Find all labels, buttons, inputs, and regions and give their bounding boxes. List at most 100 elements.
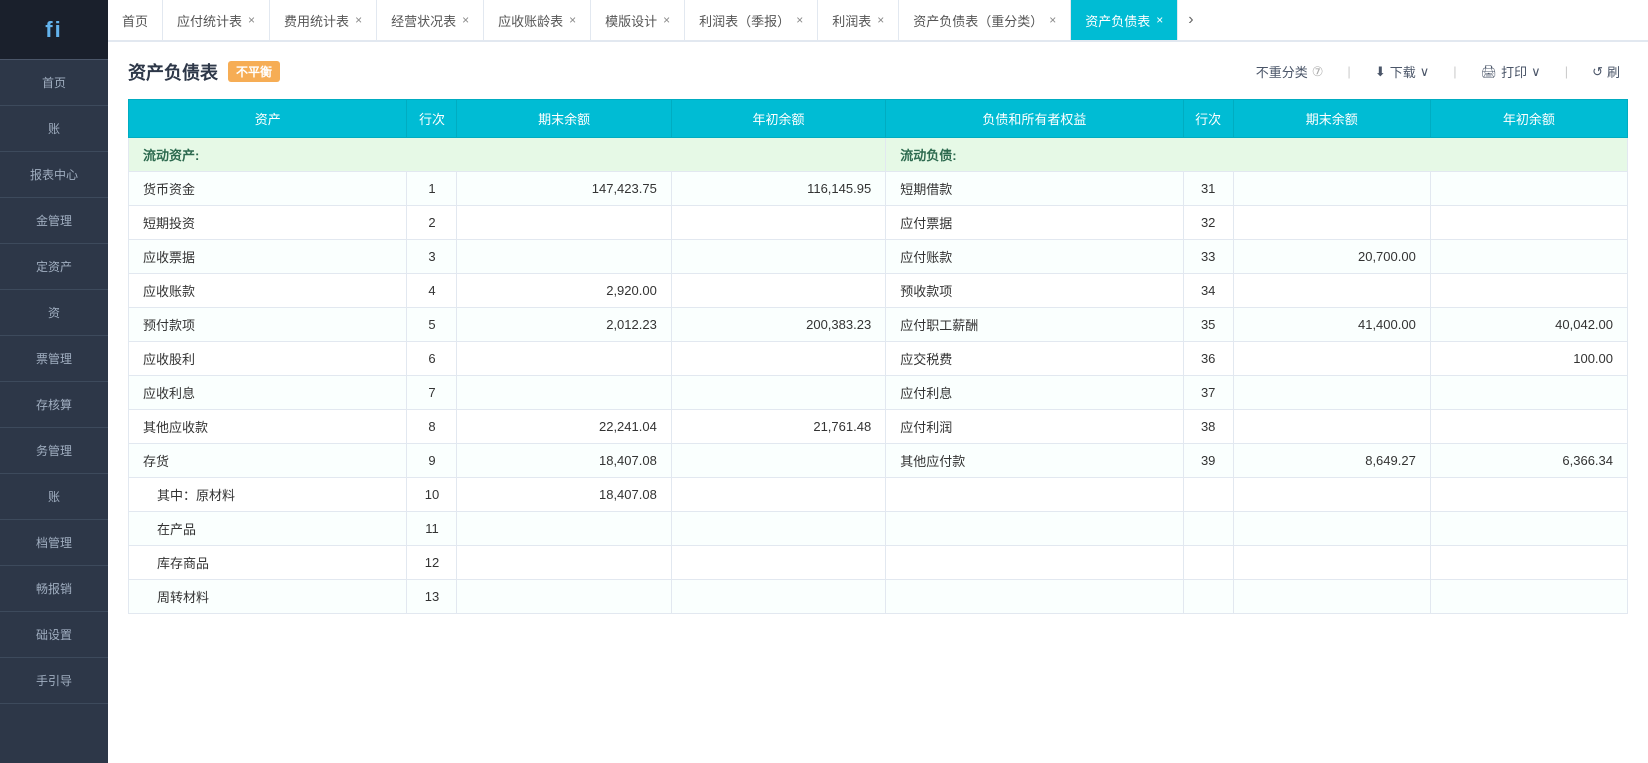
th-asset: 资产 xyxy=(129,100,407,138)
end-bal2-cell xyxy=(1233,206,1430,240)
th-end-balance2: 期末余额 xyxy=(1233,100,1430,138)
sidebar-item-home[interactable]: 首页 xyxy=(0,60,108,106)
row-num-cell: 13 xyxy=(407,580,457,614)
tab-close-template-design[interactable]: × xyxy=(663,13,670,27)
row-num-cell: 4 xyxy=(407,274,457,308)
asset-cell: 在产品 xyxy=(129,512,407,546)
help-icon[interactable]: ⑦ xyxy=(1312,64,1324,80)
sidebar-item-archive[interactable]: 档管理 xyxy=(0,520,108,566)
asset-cell: 应收利息 xyxy=(129,376,407,410)
refresh-btn[interactable]: ↺ 刷 xyxy=(1584,58,1628,85)
tab-close-expense-stats[interactable]: × xyxy=(355,13,362,27)
row-num2-cell: 38 xyxy=(1183,410,1233,444)
end-bal-cell: 2,920.00 xyxy=(457,274,671,308)
liability-cell: 应付利润 xyxy=(886,410,1184,444)
print-icon: 🖨 xyxy=(1481,64,1498,80)
beg-bal-cell xyxy=(671,376,885,410)
sidebar-item-guide[interactable]: 手引导 xyxy=(0,658,108,704)
end-bal-cell xyxy=(457,580,671,614)
beg-bal-cell xyxy=(671,444,885,478)
table-row: 在产品 11 xyxy=(129,512,1628,546)
sidebar-item-invoice-mgmt[interactable]: 票管理 xyxy=(0,336,108,382)
tab-profit-quarterly[interactable]: 利润表（季报） × xyxy=(685,0,818,41)
end-bal2-cell xyxy=(1233,546,1430,580)
beg-bal2-cell xyxy=(1430,240,1627,274)
tab-close-balance-reclassify[interactable]: × xyxy=(1049,13,1056,27)
print-label: 打印 xyxy=(1501,62,1527,81)
table-row: 其中：原材料 10 18,407.08 xyxy=(129,478,1628,512)
tab-scroll-right[interactable]: › xyxy=(1178,11,1203,29)
row-num2-cell xyxy=(1183,580,1233,614)
row-num-cell: 11 xyxy=(407,512,457,546)
page-title-area: 资产负债表 不平衡 xyxy=(128,59,280,85)
end-bal-cell xyxy=(457,342,671,376)
end-bal2-cell xyxy=(1233,478,1430,512)
table-row: 库存商品 12 xyxy=(129,546,1628,580)
end-bal2-cell xyxy=(1233,172,1430,206)
end-bal2-cell: 8,649.27 xyxy=(1233,444,1430,478)
end-bal-cell xyxy=(457,546,671,580)
tab-template-design[interactable]: 模版设计 × xyxy=(591,0,685,41)
section-right-label: 流动负债: xyxy=(886,138,1628,172)
end-bal2-cell xyxy=(1233,410,1430,444)
end-bal2-cell xyxy=(1233,580,1430,614)
liability-cell xyxy=(886,580,1184,614)
tab-close-receivable-aging[interactable]: × xyxy=(569,13,576,27)
end-bal2-cell: 20,700.00 xyxy=(1233,240,1430,274)
section-header-current-assets: 流动资产: 流动负债: xyxy=(129,138,1628,172)
print-arrow-icon: ∨ xyxy=(1531,64,1541,80)
page-header: 资产负债表 不平衡 不重分类 ⑦ | ⬇ 下载 ∨ | 🖨 打印 ∨ xyxy=(128,58,1628,85)
tab-operation[interactable]: 经营状况表 × xyxy=(377,0,484,41)
sidebar-item-inventory[interactable]: 存核算 xyxy=(0,382,108,428)
refresh-label: 刷 xyxy=(1607,62,1620,81)
liability-cell: 短期借款 xyxy=(886,172,1184,206)
sidebar-item-expense[interactable]: 畅报销 xyxy=(0,566,108,612)
content: 资产负债表 不平衡 不重分类 ⑦ | ⬇ 下载 ∨ | 🖨 打印 ∨ xyxy=(108,42,1648,763)
tab-receivable-aging[interactable]: 应收账龄表 × xyxy=(484,0,591,41)
tab-home[interactable]: 首页 xyxy=(108,0,163,41)
tab-close-payable-stats[interactable]: × xyxy=(248,13,255,27)
page-title: 资产负债表 xyxy=(128,59,218,85)
beg-bal2-cell: 40,042.00 xyxy=(1430,308,1627,342)
sidebar-item-tax-mgmt[interactable]: 务管理 xyxy=(0,428,108,474)
no-reclassify-btn[interactable]: 不重分类 ⑦ xyxy=(1248,58,1332,85)
end-bal-cell: 2,012.23 xyxy=(457,308,671,342)
print-btn[interactable]: 🖨 打印 ∨ xyxy=(1473,58,1549,85)
tab-close-operation[interactable]: × xyxy=(462,13,469,27)
tab-balance[interactable]: 资产负债表 × xyxy=(1071,0,1178,41)
sidebar-item-fixed-assets[interactable]: 定资产 xyxy=(0,244,108,290)
balance-table: 资产 行次 期末余额 年初余额 负债和所有者权益 行次 期末余额 年初余额 流动… xyxy=(128,99,1628,614)
beg-bal-cell xyxy=(671,206,885,240)
row-num2-cell: 39 xyxy=(1183,444,1233,478)
beg-bal2-cell xyxy=(1430,478,1627,512)
asset-cell: 预付款项 xyxy=(129,308,407,342)
sidebar-item-report-center[interactable]: 报表中心 xyxy=(0,152,108,198)
sidebar-item-account[interactable]: 账 xyxy=(0,106,108,152)
tab-close-balance[interactable]: × xyxy=(1156,13,1163,27)
end-bal2-cell xyxy=(1233,274,1430,308)
tab-close-profit[interactable]: × xyxy=(877,13,884,27)
toolbar-right: 不重分类 ⑦ | ⬇ 下载 ∨ | 🖨 打印 ∨ | ↺ 刷 xyxy=(1248,58,1628,85)
beg-bal2-cell xyxy=(1430,376,1627,410)
liability-cell: 应付票据 xyxy=(886,206,1184,240)
table-row: 应收账款 4 2,920.00 预收款项 34 xyxy=(129,274,1628,308)
row-num-cell: 12 xyxy=(407,546,457,580)
sidebar-item-ledger[interactable]: 账 xyxy=(0,474,108,520)
sidebar-item-finance-mgmt[interactable]: 金管理 xyxy=(0,198,108,244)
sidebar-item-basic-settings[interactable]: 础设置 xyxy=(0,612,108,658)
liability-cell xyxy=(886,512,1184,546)
end-bal-cell xyxy=(457,206,671,240)
tab-payable-stats[interactable]: 应付统计表 × xyxy=(163,0,270,41)
download-btn[interactable]: ⬇ 下载 ∨ xyxy=(1367,58,1437,85)
tab-profit[interactable]: 利润表 × xyxy=(818,0,899,41)
tab-expense-stats[interactable]: 费用统计表 × xyxy=(270,0,377,41)
liability-cell: 预收款项 xyxy=(886,274,1184,308)
table-row: 应收票据 3 应付账款 33 20,700.00 xyxy=(129,240,1628,274)
tab-balance-reclassify[interactable]: 资产负债表（重分类） × xyxy=(899,0,1071,41)
asset-cell: 存货 xyxy=(129,444,407,478)
row-num2-cell: 36 xyxy=(1183,342,1233,376)
beg-bal2-cell xyxy=(1430,274,1627,308)
sidebar-item-capital[interactable]: 资 xyxy=(0,290,108,336)
tab-close-profit-quarterly[interactable]: × xyxy=(796,13,803,27)
row-num2-cell xyxy=(1183,478,1233,512)
